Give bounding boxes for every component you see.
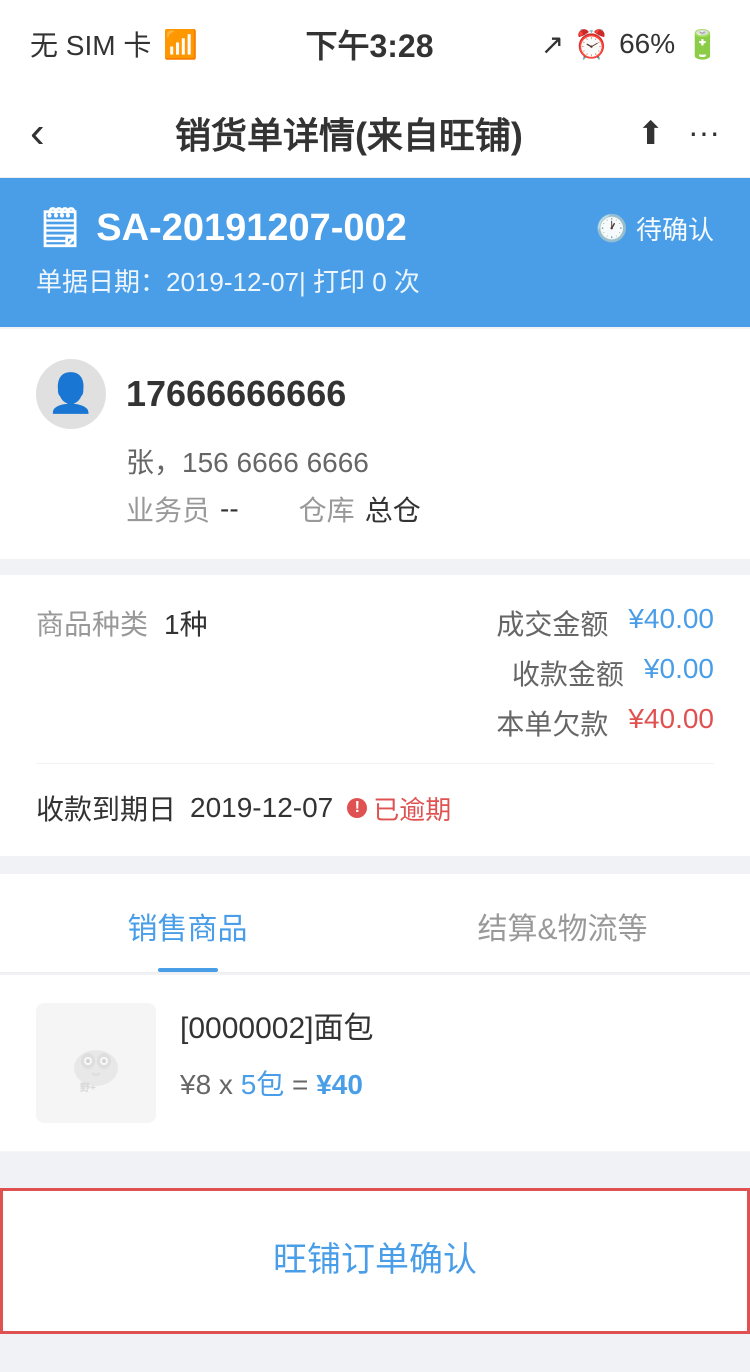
nav-icons: ⬆ ··· <box>637 114 720 152</box>
overdue-alert-icon: ! <box>347 798 367 818</box>
summary-card: 商品种类 1种 成交金额 ¥40.00 收款金额 ¥0.00 本单欠款 ¥40.… <box>0 575 750 856</box>
print-info: | 打印 0 次 <box>299 267 420 297</box>
date-label: 单据日期： <box>36 267 166 297</box>
wifi-icon: 📶 <box>163 28 198 61</box>
sales-rep-info: 业务员 -- <box>126 489 239 529</box>
sales-rep-value: -- <box>220 493 239 525</box>
order-date-info: 单据日期：2019-12-07| 打印 0 次 <box>36 262 714 299</box>
confirm-order-button[interactable]: 旺铺订单确认 <box>33 1211 717 1301</box>
tab-products[interactable]: 销售商品 <box>0 874 375 972</box>
product-name: [0000002]面包 <box>180 1003 714 1047</box>
battery-icon: 🔋 <box>685 28 720 61</box>
product-list: 野+ [0000002]面包 ¥8 x 5包 = ¥40 <box>0 975 750 1152</box>
warehouse-info: 仓库 总仓 <box>299 489 421 529</box>
tab-settlement-label: 结算&物流等 <box>477 913 647 946</box>
overdue-badge-label: 已逾期 <box>373 790 451 827</box>
arrears-label: 本单欠款 <box>496 703 608 743</box>
product-thumbnail-icon: 野+ <box>56 1033 136 1093</box>
alarm-icon: ⏰ <box>574 28 609 61</box>
overdue-badge: ! 已逾期 <box>347 790 451 827</box>
overdue-label: 收款到期日 <box>36 788 176 828</box>
product-info: [0000002]面包 ¥8 x 5包 = ¥40 <box>180 1003 714 1123</box>
date-value: 2019-12-07 <box>166 267 299 297</box>
tab-settlement[interactable]: 结算&物流等 <box>375 874 750 972</box>
warehouse-label: 仓库 <box>299 489 355 529</box>
received-amount-value: ¥0.00 <box>644 653 714 693</box>
carrier-label: 无 SIM 卡 <box>30 24 151 64</box>
divider-2 <box>0 856 750 872</box>
status-left: 无 SIM 卡 📶 <box>30 24 198 64</box>
nav-bar: ‹ 销货单详情(来自旺铺) ⬆ ··· <box>0 88 750 178</box>
amounts-info: 成交金额 ¥40.00 收款金额 ¥0.00 本单欠款 ¥40.00 <box>496 603 714 743</box>
doc-icon: 🗒 <box>36 206 84 250</box>
product-item: 野+ [0000002]面包 ¥8 x 5包 = ¥40 <box>0 975 750 1152</box>
customer-phone: 17666666666 <box>126 373 346 415</box>
warehouse-value: 总仓 <box>365 489 421 529</box>
product-type-info: 商品种类 1种 <box>36 603 208 643</box>
sales-rep-label: 业务员 <box>126 489 210 529</box>
order-header-banner: 🗒 SA-20191207-002 🕐 待确认 单据日期：2019-12-07|… <box>0 178 750 327</box>
page-title: 销货单详情(来自旺铺) <box>175 107 523 159</box>
status-bar: 无 SIM 卡 📶 下午3:28 ↗ ⏰ 66% 🔋 <box>0 0 750 88</box>
product-qty: 5包 <box>241 1069 285 1100</box>
received-amount-row: 收款金额 ¥0.00 <box>512 653 714 693</box>
more-icon[interactable]: ··· <box>688 114 720 151</box>
tab-products-label: 销售商品 <box>128 913 248 946</box>
back-button[interactable]: ‹ <box>30 108 61 158</box>
order-id-value: SA-20191207-002 <box>96 207 407 250</box>
customer-card: 👤 17666666666 张，156 6666 6666 业务员 -- 仓库 … <box>0 329 750 559</box>
transaction-amount-label: 成交金额 <box>496 603 608 643</box>
overdue-date: 2019-12-07 <box>190 792 333 824</box>
location-icon: ↗ <box>541 28 564 61</box>
product-type-value: 1种 <box>164 603 208 643</box>
customer-avatar: 👤 <box>36 359 106 429</box>
status-right: ↗ ⏰ 66% 🔋 <box>541 28 720 61</box>
product-total: ¥40 <box>316 1069 363 1100</box>
transaction-amount-value: ¥40.00 <box>628 603 714 643</box>
order-id: 🗒 SA-20191207-002 <box>36 206 407 250</box>
product-type-label: 商品种类 <box>36 603 148 643</box>
product-thumbnail: 野+ <box>36 1003 156 1123</box>
transaction-amount-row: 成交金额 ¥40.00 <box>496 603 714 643</box>
product-formula: ¥8 x 5包 = ¥40 <box>180 1063 714 1103</box>
product-separator: = <box>284 1069 316 1100</box>
overdue-card: 收款到期日 2019-12-07 ! 已逾期 <box>36 763 714 828</box>
status-time: 下午3:28 <box>305 21 433 67</box>
received-amount-label: 收款金额 <box>512 653 624 693</box>
share-icon[interactable]: ⬆ <box>637 114 664 152</box>
order-status-label: 待确认 <box>636 210 714 247</box>
arrears-row: 本单欠款 ¥40.00 <box>496 703 714 743</box>
customer-detail: 业务员 -- 仓库 总仓 <box>126 489 714 529</box>
order-status-badge: 🕐 待确认 <box>596 210 714 247</box>
customer-name: 张，156 6666 6666 <box>126 441 714 481</box>
product-price: ¥8 x <box>180 1069 241 1100</box>
confirm-order-label: 旺铺订单确认 <box>273 1232 477 1281</box>
arrears-value: ¥40.00 <box>628 703 714 743</box>
confirm-button-wrap: 旺铺订单确认 <box>0 1188 750 1334</box>
battery-label: 66% <box>619 28 675 60</box>
clock-icon: 🕐 <box>596 213 628 244</box>
tab-bar: 销售商品 结算&物流等 <box>0 874 750 973</box>
svg-text:野+: 野+ <box>80 1082 96 1093</box>
divider-1 <box>0 559 750 575</box>
